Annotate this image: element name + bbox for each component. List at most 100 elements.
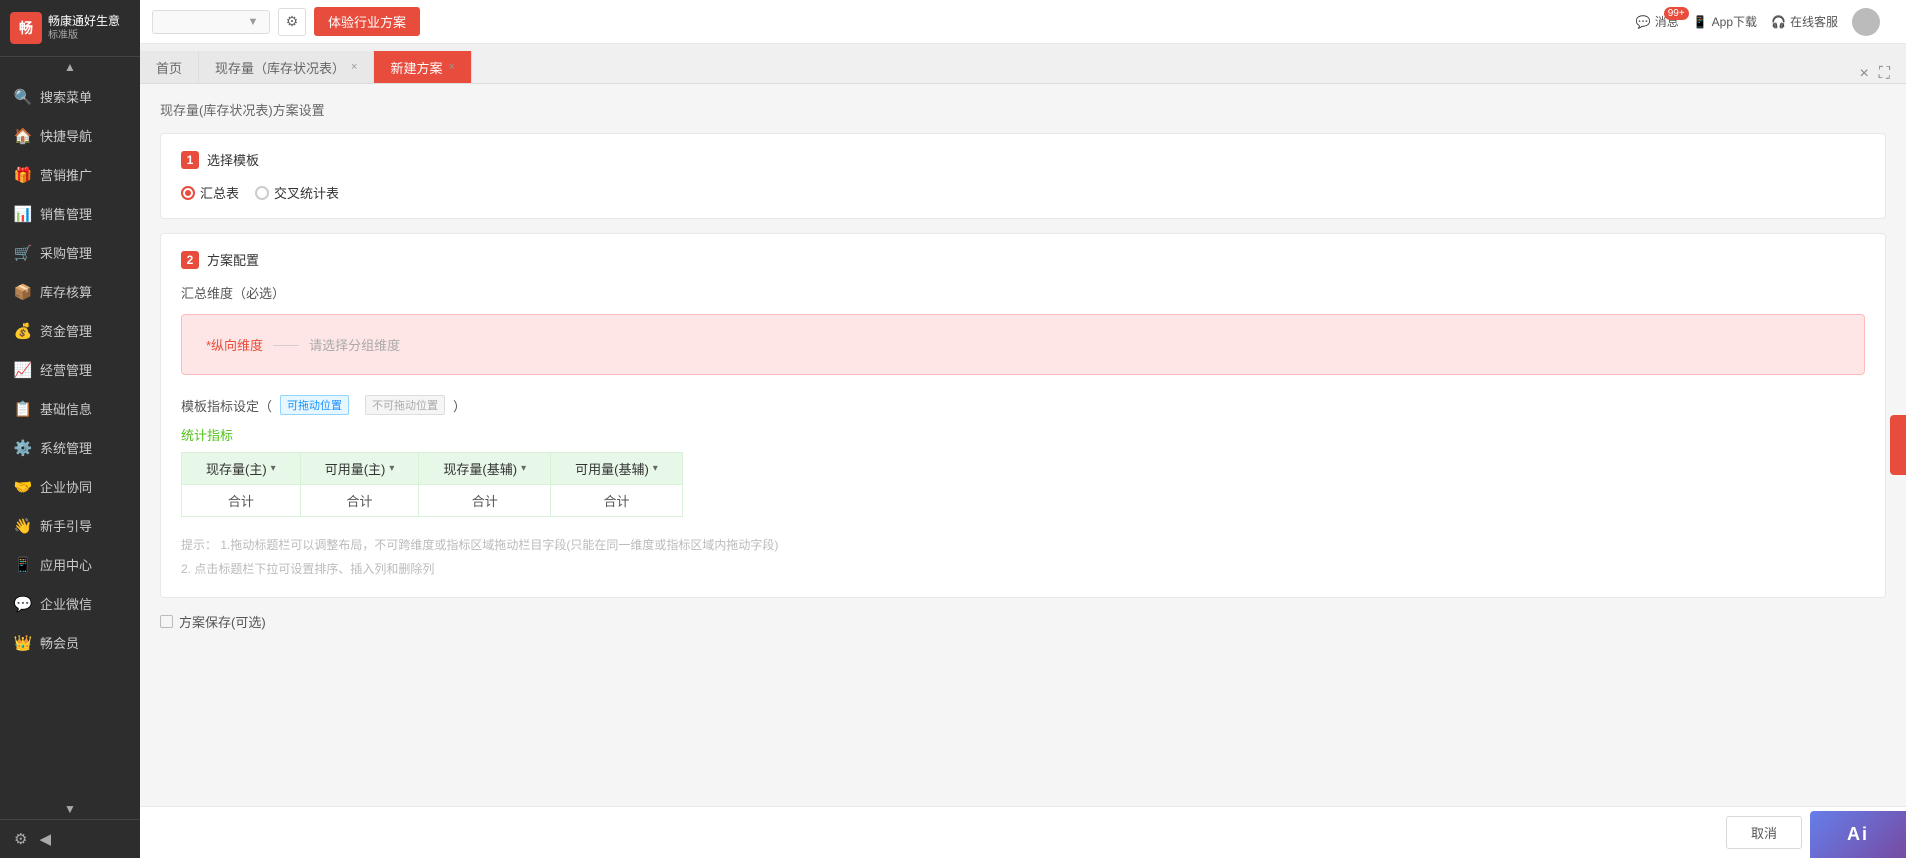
tab-inventory[interactable]: 现存量（库存状况表） × [199, 51, 374, 83]
section1-header: 1 选择模板 [181, 150, 1865, 169]
sidebar-item-newbie[interactable]: 👋 新手引导 [0, 506, 140, 545]
col-label-0: 现存量(主) [206, 459, 267, 478]
section2-header: 2 方案配置 [181, 250, 1865, 269]
right-scroll-hint[interactable] [1890, 415, 1906, 475]
save-checkbox[interactable] [160, 615, 173, 628]
col-header-1: 可用量(主) ▾ [300, 453, 419, 485]
search-input[interactable] [161, 15, 241, 29]
stats-title: 统计指标 [181, 425, 1865, 444]
col-dropdown-1[interactable]: 可用量(主) ▾ [325, 459, 395, 478]
topbar-app-download[interactable]: 📱 App下载 [1693, 13, 1757, 30]
topbar-search[interactable]: ▼ [152, 10, 270, 34]
tab-home[interactable]: 首页 [140, 51, 199, 83]
col-chevron-0: ▾ [271, 463, 276, 474]
sidebar-item-cooperation[interactable]: 🤝 企业协同 [0, 467, 140, 506]
sidebar-item-marketing[interactable]: 🎁 营销推广 [0, 155, 140, 194]
tab-new-plan-close[interactable]: × [448, 61, 454, 73]
tab-home-label: 首页 [156, 58, 182, 77]
radio-summary-dot [181, 186, 195, 200]
indicators-prefix: 模板指标设定（ [181, 396, 272, 415]
sidebar-bottom: ⚙ ◀ [0, 819, 140, 858]
section-template: 1 选择模板 汇总表 交叉统计表 [160, 133, 1886, 219]
message-badge: 99+ [1664, 7, 1689, 20]
topbar-gear-button[interactable]: ⚙ [278, 8, 306, 36]
settings-icon[interactable]: ⚙ [14, 830, 27, 848]
sidebar-item-system[interactable]: ⚙️ 系统管理 [0, 428, 140, 467]
sidebar-item-inventory[interactable]: 📦 库存核算 [0, 272, 140, 311]
col-header-3: 可用量(基辅) ▾ [551, 453, 683, 485]
sidebar-item-nav[interactable]: 🏠 快捷导航 [0, 116, 140, 155]
sidebar-item-sales[interactable]: 📊 销售管理 [0, 194, 140, 233]
section1-title: 选择模板 [207, 150, 259, 169]
section1-num: 1 [181, 151, 199, 169]
window-close-btn[interactable]: × [1859, 65, 1868, 83]
radio-summary[interactable]: 汇总表 [181, 183, 239, 202]
sidebar-item-search[interactable]: 🔍 搜索菜单 [0, 77, 140, 116]
sidebar-item-purchase[interactable]: 🛒 采购管理 [0, 233, 140, 272]
message-icon: 💬 [1636, 15, 1651, 29]
indicators-section: 模板指标设定（ 可拖动位置 不可拖动位置 ） 统计指标 现存量(主) [181, 395, 1865, 517]
required-area: *纵向维度 —— 请选择分组维度 [181, 314, 1865, 375]
sidebar-item-member[interactable]: 👑 畅会员 [0, 623, 140, 662]
sidebar-scroll-up[interactable]: ▲ [0, 57, 140, 77]
radio-cross[interactable]: 交叉统计表 [255, 183, 339, 202]
radio-summary-label: 汇总表 [200, 183, 239, 202]
col-dropdown-3[interactable]: 可用量(基辅) ▾ [575, 459, 658, 478]
sidebar-label-nav: 快捷导航 [40, 126, 92, 145]
indicators-label: 模板指标设定（ 可拖动位置 不可拖动位置 ） [181, 395, 1865, 415]
sidebar-icon-base: 📋 [14, 400, 32, 418]
window-expand-btn[interactable]: ⛶ [1879, 65, 1890, 83]
sidebar-label-operations: 经营管理 [40, 360, 92, 379]
tab-new-plan[interactable]: 新建方案 × [374, 51, 471, 83]
topbar-messages[interactable]: 💬 消息 99+ [1636, 13, 1679, 30]
sidebar-label-purchase: 采购管理 [40, 243, 92, 262]
topbar: ▼ ⚙ 体验行业方案 💬 消息 99+ 📱 App下载 🎧 在线客服 [140, 0, 1906, 44]
col-dropdown-0[interactable]: 现存量(主) ▾ [206, 459, 276, 478]
sidebar-item-finance[interactable]: 💰 资金管理 [0, 311, 140, 350]
sidebar-label-wechat: 企业微信 [40, 594, 92, 613]
save-row: 方案保存(可选) [160, 612, 1886, 631]
save-label[interactable]: 方案保存(可选) [179, 612, 266, 631]
dim-label: 汇总维度（必选） [181, 283, 1865, 302]
col-chevron-2: ▾ [521, 463, 526, 474]
sidebar-label-system: 系统管理 [40, 438, 92, 457]
sidebar-icon-member: 👑 [14, 634, 32, 652]
tab-inventory-close[interactable]: × [351, 61, 357, 73]
stats-data-row: 合计 合计 合计 合计 [182, 485, 683, 517]
required-placeholder[interactable]: 请选择分组维度 [309, 335, 400, 354]
indicators-suffix: ） [453, 396, 466, 415]
stats-header-row: 现存量(主) ▾ 可用量(主) ▾ [182, 453, 683, 485]
col-label-2: 现存量(基辅) [443, 459, 517, 478]
sidebar-nav: 🔍 搜索菜单 🏠 快捷导航 🎁 营销推广 📊 销售管理 🛒 采购管理 📦 库存核… [0, 77, 140, 799]
section2-num: 2 [181, 251, 199, 269]
main-area: ▼ ⚙ 体验行业方案 💬 消息 99+ 📱 App下载 🎧 在线客服 首页 [140, 0, 1906, 858]
page-title: 现存量(库存状况表)方案设置 [160, 100, 1886, 119]
sidebar-item-apps[interactable]: 📱 应用中心 [0, 545, 140, 584]
template-radio-group: 汇总表 交叉统计表 [181, 183, 1865, 202]
sidebar-label-finance: 资金管理 [40, 321, 92, 340]
topbar-online-service[interactable]: 🎧 在线客服 [1771, 13, 1838, 30]
sidebar-label-member: 畅会员 [40, 633, 79, 652]
bottom-bar: 取消 查询 [140, 806, 1906, 858]
sidebar-item-wechat[interactable]: 💬 企业微信 [0, 584, 140, 623]
non-draggable-tag: 不可拖动位置 [365, 395, 445, 415]
radio-cross-label: 交叉统计表 [274, 183, 339, 202]
cancel-button[interactable]: 取消 [1726, 816, 1802, 849]
section-config: 2 方案配置 汇总维度（必选） *纵向维度 —— 请选择分组维度 模板指标设定（… [160, 233, 1886, 598]
search-dropdown-icon[interactable]: ▼ [245, 14, 261, 30]
sidebar-label-base: 基础信息 [40, 399, 92, 418]
app-icon: 📱 [1693, 15, 1708, 29]
trial-btn[interactable]: 体验行业方案 [314, 7, 420, 36]
ai-badge[interactable]: Ai [1810, 811, 1906, 858]
collapse-sidebar-icon[interactable]: ◀ [39, 830, 51, 848]
sidebar-item-operations[interactable]: 📈 经营管理 [0, 350, 140, 389]
user-avatar[interactable] [1852, 8, 1880, 36]
radio-cross-dot [255, 186, 269, 200]
col-dropdown-2[interactable]: 现存量(基辅) ▾ [443, 459, 526, 478]
draggable-tag: 可拖动位置 [280, 395, 349, 415]
sidebar-item-base[interactable]: 📋 基础信息 [0, 389, 140, 428]
headset-icon: 🎧 [1771, 15, 1786, 29]
sidebar-scroll-down[interactable]: ▼ [0, 799, 140, 819]
sidebar-icon-system: ⚙️ [14, 439, 32, 457]
sidebar-icon-search: 🔍 [14, 88, 32, 106]
